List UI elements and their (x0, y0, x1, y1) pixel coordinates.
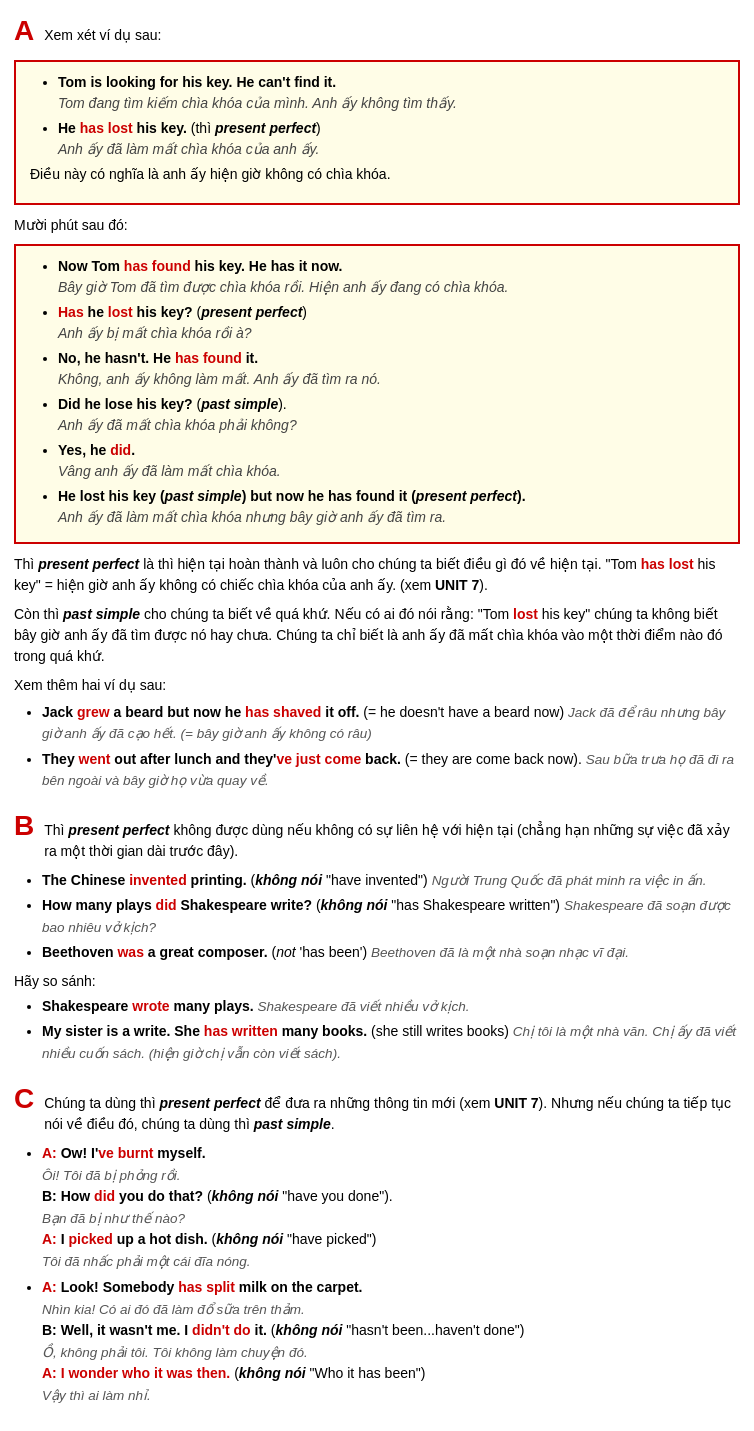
dialog1: A: Ow! I've burnt myself. Ôi! Tôi đã bị … (42, 1143, 740, 1273)
section-a-box2: Now Tom has found his key. He has it now… (14, 244, 740, 544)
dialog2-line2: B: Well, it wasn't me. I didn't do it. (… (42, 1320, 740, 1341)
box2-item4: Did he lose his key? (past simple). Anh … (58, 394, 724, 436)
box2-item1-main: Now Tom has found his key. He has it now… (58, 258, 342, 274)
b-item2: How many plays did Shakespeare write? (k… (42, 895, 740, 938)
b-item3-vn: Beethoven đã là một nhà soạn nhạc vĩ đại… (371, 945, 629, 960)
extra-item2-main: They went out after lunch and they've ju… (42, 751, 586, 767)
b-item1: The Chinese invented printing. (không nó… (42, 870, 740, 891)
compare-item1: Shakespeare wrote many plays. Shakespear… (42, 996, 740, 1017)
dialog1-line2: B: How did you do that? (không nói "have… (42, 1186, 740, 1207)
dialog1-line2-vn: Bạn đã bị như thế nào? (42, 1209, 740, 1229)
b-item2-main: How many plays did Shakespeare write? (k… (42, 897, 564, 913)
box2-item4-vn: Anh ấy đã mất chìa khóa phải không? (58, 415, 724, 436)
compare-label: Hãy so sánh: (14, 971, 740, 992)
section-a-header: A Xem xét ví dụ sau: (14, 10, 740, 52)
section-a-intro: Xem xét ví dụ sau: (44, 25, 161, 46)
box1-item1: Tom is looking for his key. He can't fin… (58, 72, 724, 114)
box2-item2-main: Has he lost his key? (present perfect) (58, 304, 307, 320)
box1-list: Tom is looking for his key. He can't fin… (30, 72, 724, 160)
dialog2: A: Look! Somebody has split milk on the … (42, 1277, 740, 1407)
dialog2-line1: A: Look! Somebody has split milk on the … (42, 1277, 740, 1298)
dialog1-line1: A: Ow! I've burnt myself. (42, 1143, 740, 1164)
dialog1-line3-vn: Tôi đã nhấc phải một cái đĩa nóng. (42, 1252, 740, 1272)
compare-item2: My sister is a write. She has written ma… (42, 1021, 740, 1064)
box1-note: Điều này có nghĩa là anh ấy hiện giờ khô… (30, 164, 724, 185)
box1-item2-vn: Anh ấy đã làm mất chìa khóa của anh ấy. (58, 139, 724, 160)
compare-list: Shakespeare wrote many plays. Shakespear… (14, 996, 740, 1064)
section-c-dialogs: A: Ow! I've burnt myself. Ôi! Tôi đã bị … (14, 1143, 740, 1407)
box1-item2-main: He has lost his key. (thì present perfec… (58, 120, 321, 136)
box1-item1-main: Tom is looking for his key. He can't fin… (58, 74, 336, 90)
b-item3: Beethoven was a great composer. (not 'ha… (42, 942, 740, 963)
box2-item5: Yes, he did. Vâng anh ấy đã làm mất chìa… (58, 440, 724, 482)
box2-item3: No, he hasn't. He has found it. Không, a… (58, 348, 724, 390)
box2-item6-main: He lost his key (past simple) but now he… (58, 488, 526, 504)
section-b-list: The Chinese invented printing. (không nó… (14, 870, 740, 963)
box2-item5-vn: Vâng anh ấy đã làm mất chìa khóa. (58, 461, 724, 482)
box2-item1-vn: Bây giờ Tom đã tìm được chìa khóa rồi. H… (58, 277, 724, 298)
box2-list: Now Tom has found his key. He has it now… (30, 256, 724, 528)
dialog2-line3-vn: Vậy thì ai làm nhỉ. (42, 1386, 740, 1406)
dialog1-line3: A: I picked up a hot dish. (không nói "h… (42, 1229, 740, 1250)
ten-min-label: Mười phút sau đó: (14, 215, 740, 236)
box2-item4-main: Did he lose his key? (past simple). (58, 396, 287, 412)
box2-item6: He lost his key (past simple) but now he… (58, 486, 724, 528)
section-c-letter: C (14, 1078, 34, 1120)
compare-item2-main: My sister is a write. She has written ma… (42, 1023, 513, 1039)
compare-item1-main: Shakespeare wrote many plays. (42, 998, 258, 1014)
box2-item2: Has he lost his key? (present perfect) A… (58, 302, 724, 344)
section-c: C Chúng ta dùng thì present perfect để đ… (14, 1078, 740, 1407)
dialog2-line1-vn: Nhìn kia! Có ai đó đã làm đổ sữa trên th… (42, 1300, 740, 1320)
dialog1-line1-vn: Ôi! Tôi đã bị phỏng rồi. (42, 1166, 740, 1186)
section-a-extra-list: Jack grew a beard but now he has shaved … (14, 702, 740, 791)
section-a-extra-intro: Xem thêm hai ví dụ sau: (14, 675, 740, 696)
b-item3-main: Beethoven was a great composer. (not 'ha… (42, 944, 371, 960)
box1-item1-vn: Tom đang tìm kiếm chìa khóa của mình. An… (58, 93, 724, 114)
b-item1-vn: Người Trung Quốc đã phát minh ra việc in… (432, 873, 707, 888)
box2-item3-vn: Không, anh ấy không làm mất. Anh ấy đã t… (58, 369, 724, 390)
section-b-header: B Thì present perfect không được dùng nế… (14, 805, 740, 862)
section-b-intro: Thì present perfect không được dùng nếu … (44, 820, 740, 862)
box2-item6-vn: Anh ấy đã làm mất chìa khóa nhưng bây gi… (58, 507, 724, 528)
section-c-header: C Chúng ta dùng thì present perfect để đ… (14, 1078, 740, 1135)
extra-item1-main: Jack grew a beard but now he has shaved … (42, 704, 568, 720)
section-a-explanation1: Thì present perfect là thì hiện tại hoàn… (14, 554, 740, 596)
box2-item1: Now Tom has found his key. He has it now… (58, 256, 724, 298)
dialog2-line2-vn: Ồ, không phải tôi. Tôi không làm chuyện … (42, 1343, 740, 1363)
b-item1-main: The Chinese invented printing. (không nó… (42, 872, 432, 888)
section-a: A Xem xét ví dụ sau: Tom is looking for … (14, 10, 740, 791)
section-c-intro: Chúng ta dùng thì present perfect để đưa… (44, 1093, 740, 1135)
section-b: B Thì present perfect không được dùng nế… (14, 805, 740, 1064)
section-a-box1: Tom is looking for his key. He can't fin… (14, 60, 740, 205)
compare-item1-vn: Shakespeare đã viết nhiều vở kịch. (258, 999, 470, 1014)
box2-item2-vn: Anh ấy bị mất chìa khóa rồi à? (58, 323, 724, 344)
extra-item1: Jack grew a beard but now he has shaved … (42, 702, 740, 745)
box2-item3-main: No, he hasn't. He has found it. (58, 350, 258, 366)
section-a-letter: A (14, 10, 34, 52)
section-b-letter: B (14, 805, 34, 847)
extra-item2: They went out after lunch and they've ju… (42, 749, 740, 792)
dialog2-line3: A: I wonder who it was then. (không nói … (42, 1363, 740, 1384)
box1-item2: He has lost his key. (thì present perfec… (58, 118, 724, 160)
box2-item5-main: Yes, he did. (58, 442, 135, 458)
section-a-explanation2: Còn thì past simple cho chúng ta biết về… (14, 604, 740, 667)
